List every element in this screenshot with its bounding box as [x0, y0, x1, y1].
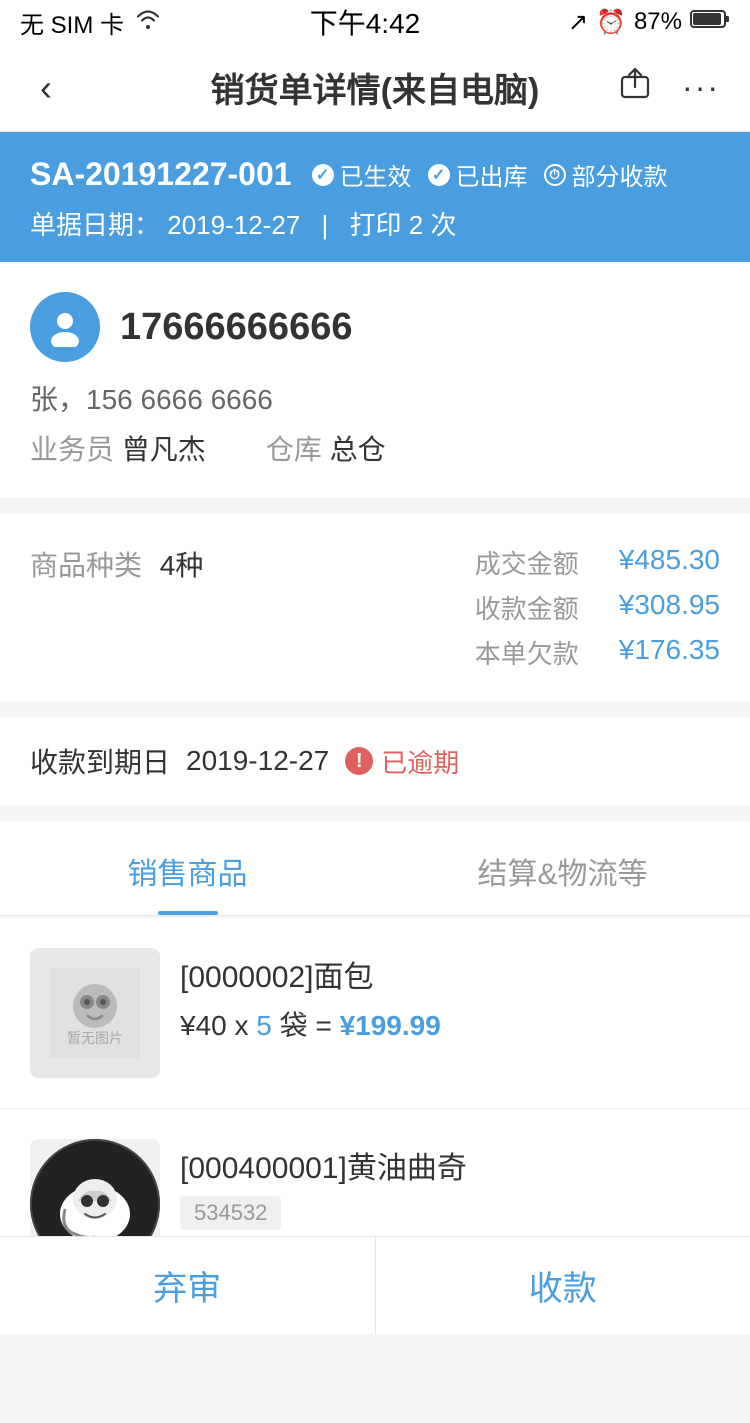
tab-settlement[interactable]: 结算&物流等: [375, 821, 750, 915]
type-count: 4种: [160, 550, 204, 581]
overdue-badge: ! 已逾期: [345, 743, 459, 780]
badge-effective-text: 已生效: [340, 157, 412, 192]
customer-contact: 张，156 6666 6666: [30, 378, 720, 418]
customer-section: 17666666666 张，156 6666 6666 业务员 曾凡杰 仓库 总…: [0, 262, 750, 498]
nav-bar: ‹ 销货单详情(来自电脑) ···: [0, 44, 750, 132]
check-icon-2: ✓: [428, 164, 450, 186]
stats-types: 商品种类 4种: [30, 544, 203, 584]
collect-payment-button[interactable]: 收款: [376, 1237, 750, 1334]
product-tag-2: 534532: [180, 1196, 281, 1230]
stats-amounts: 成交金额 ¥485.30 收款金额 ¥308.95 本单欠款 ¥176.35: [475, 544, 720, 671]
badge-partial: ⏱ 部分收款: [544, 157, 668, 192]
carrier-text: 无 SIM 卡: [20, 5, 124, 40]
status-bar-left: 无 SIM 卡: [20, 5, 162, 40]
back-button[interactable]: ‹: [30, 57, 62, 119]
product-name-2: [000400001]黄油曲奇: [180, 1143, 720, 1187]
order-id: SA-20191227-001: [30, 156, 292, 193]
abandon-review-button[interactable]: 弃审: [0, 1237, 376, 1334]
status-bar-time: 下午4:42: [310, 2, 421, 42]
customer-phone: 17666666666: [120, 306, 352, 349]
amount-value: ¥485.30: [619, 544, 720, 581]
stats-section: 商品种类 4种 成交金额 ¥485.30 收款金额 ¥308.95 本单欠款 ¥…: [0, 514, 750, 701]
customer-row: 17666666666: [30, 292, 720, 362]
due-label: 收款到期日: [30, 741, 170, 781]
product-name-1: [0000002]面包: [180, 952, 720, 996]
overdue-icon: !: [345, 747, 373, 775]
due-section: 收款到期日 2019-12-27 ! 已逾期: [0, 717, 750, 805]
share-button[interactable]: [618, 67, 652, 109]
product-info-1: [0000002]面包 ¥40 x 5 袋 = ¥199.99: [180, 948, 720, 1044]
tab-sales-products[interactable]: 销售商品: [0, 821, 375, 915]
customer-meta: 业务员 曾凡杰 仓库 总仓: [30, 428, 720, 468]
list-item: 暂无图片 [0000002]面包 ¥40 x 5 袋 = ¥199.99: [0, 918, 750, 1109]
received-row: 收款金额 ¥308.95: [475, 589, 720, 626]
nav-actions: ···: [618, 67, 720, 109]
amount-row: 成交金额 ¥485.30: [475, 544, 720, 581]
overdue-text: 已逾期: [381, 743, 459, 780]
clock-icon: ⏱: [544, 164, 566, 186]
due-date: 2019-12-27: [186, 745, 329, 777]
battery-icon: [690, 8, 730, 37]
more-button[interactable]: ···: [682, 69, 720, 106]
owed-row: 本单欠款 ¥176.35: [475, 634, 720, 671]
badge-effective: ✓ 已生效: [312, 157, 412, 192]
status-bar-right: ↗ ⏰ 87%: [568, 8, 730, 37]
badge-shipped: ✓ 已出库: [428, 157, 528, 192]
received-value: ¥308.95: [619, 589, 720, 626]
customer-avatar: [30, 292, 100, 362]
check-icon-1: ✓: [312, 164, 334, 186]
owed-value: ¥176.35: [619, 634, 720, 671]
warehouse-name: 总仓: [330, 434, 386, 465]
customer-sales: 业务员 曾凡杰: [30, 428, 206, 468]
status-bar: 无 SIM 卡 下午4:42 ↗ ⏰ 87%: [0, 0, 750, 44]
nav-title: 销货单详情(来自电脑): [211, 63, 540, 112]
badge-partial-text: 部分收款: [572, 157, 668, 192]
location-icon: ↗: [568, 8, 588, 37]
product-price-1: ¥40 x 5 袋 = ¥199.99: [180, 1004, 720, 1044]
tabs-bar: 销售商品 结算&物流等: [0, 821, 750, 916]
badge-shipped-text: 已出库: [456, 157, 528, 192]
battery-text: 87%: [634, 8, 682, 36]
bottom-bar: 弃审 收款: [0, 1236, 750, 1334]
wifi-icon: [134, 8, 162, 36]
order-banner: SA-20191227-001 ✓ 已生效 ✓ 已出库 ⏱ 部分收款 单据日期：…: [0, 132, 750, 262]
customer-warehouse: 仓库 总仓: [266, 428, 386, 468]
product-image-placeholder-1: 暂无图片: [30, 948, 160, 1078]
alarm-icon: ⏰: [596, 8, 626, 37]
tabs-section: 销售商品 结算&物流等: [0, 821, 750, 916]
order-badges: ✓ 已生效 ✓ 已出库 ⏱ 部分收款: [312, 157, 668, 192]
sales-name: 曾凡杰: [122, 434, 206, 465]
product-qty-1: 5: [256, 1010, 272, 1041]
product-thumb-1: 暂无图片: [30, 948, 160, 1078]
order-date: 单据日期： 2019-12-27 | 打印 2 次: [30, 205, 720, 242]
svg-text:暂无图片: 暂无图片: [67, 1030, 123, 1046]
product-total-1: ¥199.99: [340, 1010, 441, 1041]
